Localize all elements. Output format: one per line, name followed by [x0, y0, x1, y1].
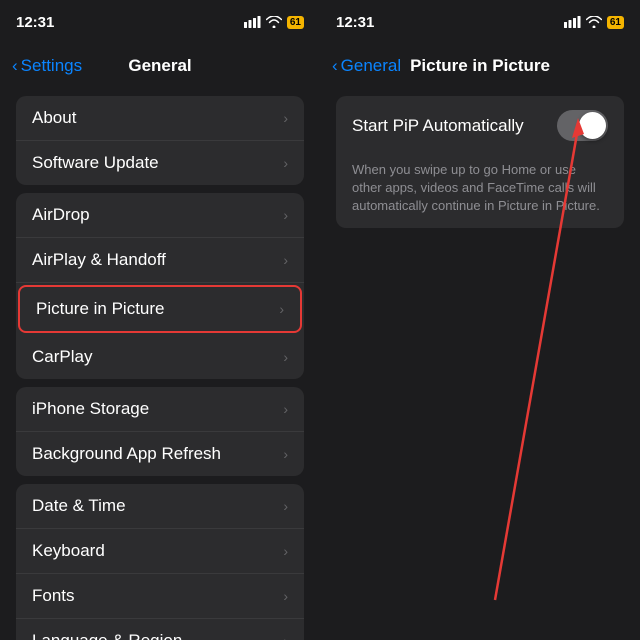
pip-toggle-label: Start PiP Automatically [352, 116, 557, 136]
left-panel: 12:31 61 ‹ Settings General About›Softwa… [0, 0, 320, 640]
row-label-language-region: Language & Region [32, 631, 182, 640]
settings-row-software-update[interactable]: Software Update › [16, 141, 304, 185]
settings-row-date-time[interactable]: Date & Time › [16, 484, 304, 529]
nav-bar-left: ‹ Settings General [0, 44, 320, 88]
settings-row-airdrop[interactable]: AirDrop › [16, 193, 304, 238]
settings-group: Date & Time›Keyboard›Fonts›Language & Re… [0, 484, 320, 640]
status-bar-right: 12:31 61 [320, 0, 640, 44]
chevron-icon-carplay: › [283, 349, 288, 365]
pip-toggle-row[interactable]: Start PiP Automatically [336, 96, 624, 155]
chevron-icon-airplay-handoff: › [283, 252, 288, 268]
settings-group: iPhone Storage › Background App Refresh › [0, 387, 320, 476]
page-title-right: Picture in Picture [410, 56, 550, 76]
wifi-icon-right [586, 16, 602, 28]
pip-settings: Start PiP Automatically When you swipe u… [320, 88, 640, 640]
row-label-software-update: Software Update [32, 153, 159, 173]
settings-list: About›Software Update›AirDrop›AirPlay & … [0, 88, 320, 640]
settings-row-pip[interactable]: Picture in Picture › [18, 285, 302, 333]
back-button-left[interactable]: ‹ Settings [12, 56, 82, 76]
chevron-icon-airdrop: › [283, 207, 288, 223]
row-label-date-time: Date & Time [32, 496, 126, 516]
chevron-icon-date-time: › [283, 498, 288, 514]
back-label-left: Settings [21, 56, 82, 76]
status-time-left: 12:31 [16, 14, 54, 31]
row-label-iphone-storage: iPhone Storage [32, 399, 149, 419]
settings-row-background-refresh[interactable]: Background App Refresh › [16, 432, 304, 476]
row-label-carplay: CarPlay [32, 347, 92, 367]
settings-row-carplay[interactable]: CarPlay › [16, 335, 304, 379]
chevron-icon-background-refresh: › [283, 446, 288, 462]
pip-group: Start PiP Automatically When you swipe u… [320, 96, 640, 228]
chevron-icon-iphone-storage: › [283, 401, 288, 417]
page-title-left: General [128, 56, 191, 76]
settings-row-language-region[interactable]: Language & Region › [16, 619, 304, 640]
status-bar-left: 12:31 61 [0, 0, 320, 44]
pip-toggle[interactable] [557, 110, 608, 141]
signal-icon [244, 16, 261, 28]
back-icon-right: ‹ [332, 56, 338, 76]
chevron-icon-about: › [283, 110, 288, 126]
row-label-pip: Picture in Picture [36, 299, 165, 319]
settings-row-iphone-storage[interactable]: iPhone Storage › [16, 387, 304, 432]
wifi-icon [266, 16, 282, 28]
signal-icon-right [564, 16, 581, 28]
settings-section: iPhone Storage › Background App Refresh › [16, 387, 304, 476]
status-icons-right: 61 [564, 16, 624, 29]
settings-section: AirDrop›AirPlay & Handoff›Picture in Pic… [16, 193, 304, 379]
settings-row-airplay-handoff[interactable]: AirPlay & Handoff › [16, 238, 304, 283]
row-label-keyboard: Keyboard [32, 541, 105, 561]
row-label-background-refresh: Background App Refresh [32, 444, 221, 464]
chevron-icon-language-region: › [283, 633, 288, 640]
toggle-knob [579, 112, 606, 139]
settings-section: About › Software Update › [16, 96, 304, 185]
right-panel: 12:31 61 ‹ General [320, 0, 640, 640]
back-label-right: General [341, 56, 401, 76]
pip-description: When you swipe up to go Home or use othe… [336, 155, 624, 228]
row-label-airplay-handoff: AirPlay & Handoff [32, 250, 166, 270]
back-button-right[interactable]: ‹ General [332, 56, 401, 76]
battery-level-left: 61 [287, 16, 304, 29]
settings-group: About › Software Update › [0, 96, 320, 185]
right-panel-wrapper: 12:31 61 ‹ General [320, 0, 640, 640]
settings-row-about[interactable]: About › [16, 96, 304, 141]
chevron-icon-software-update: › [283, 155, 288, 171]
chevron-icon-keyboard: › [283, 543, 288, 559]
settings-group: AirDrop›AirPlay & Handoff›Picture in Pic… [0, 193, 320, 379]
status-time-right: 12:31 [336, 14, 374, 31]
row-label-about: About [32, 108, 76, 128]
settings-row-keyboard[interactable]: Keyboard › [16, 529, 304, 574]
status-icons-left: 61 [244, 16, 304, 29]
row-label-fonts: Fonts [32, 586, 75, 606]
settings-row-fonts[interactable]: Fonts › [16, 574, 304, 619]
nav-bar-right: ‹ General Picture in Picture [320, 44, 640, 88]
battery-level-right: 61 [607, 16, 624, 29]
back-icon-left: ‹ [12, 56, 18, 76]
chevron-icon-fonts: › [283, 588, 288, 604]
pip-section: Start PiP Automatically When you swipe u… [336, 96, 624, 228]
chevron-icon-pip: › [279, 301, 284, 317]
settings-section: Date & Time›Keyboard›Fonts›Language & Re… [16, 484, 304, 640]
row-label-airdrop: AirDrop [32, 205, 90, 225]
